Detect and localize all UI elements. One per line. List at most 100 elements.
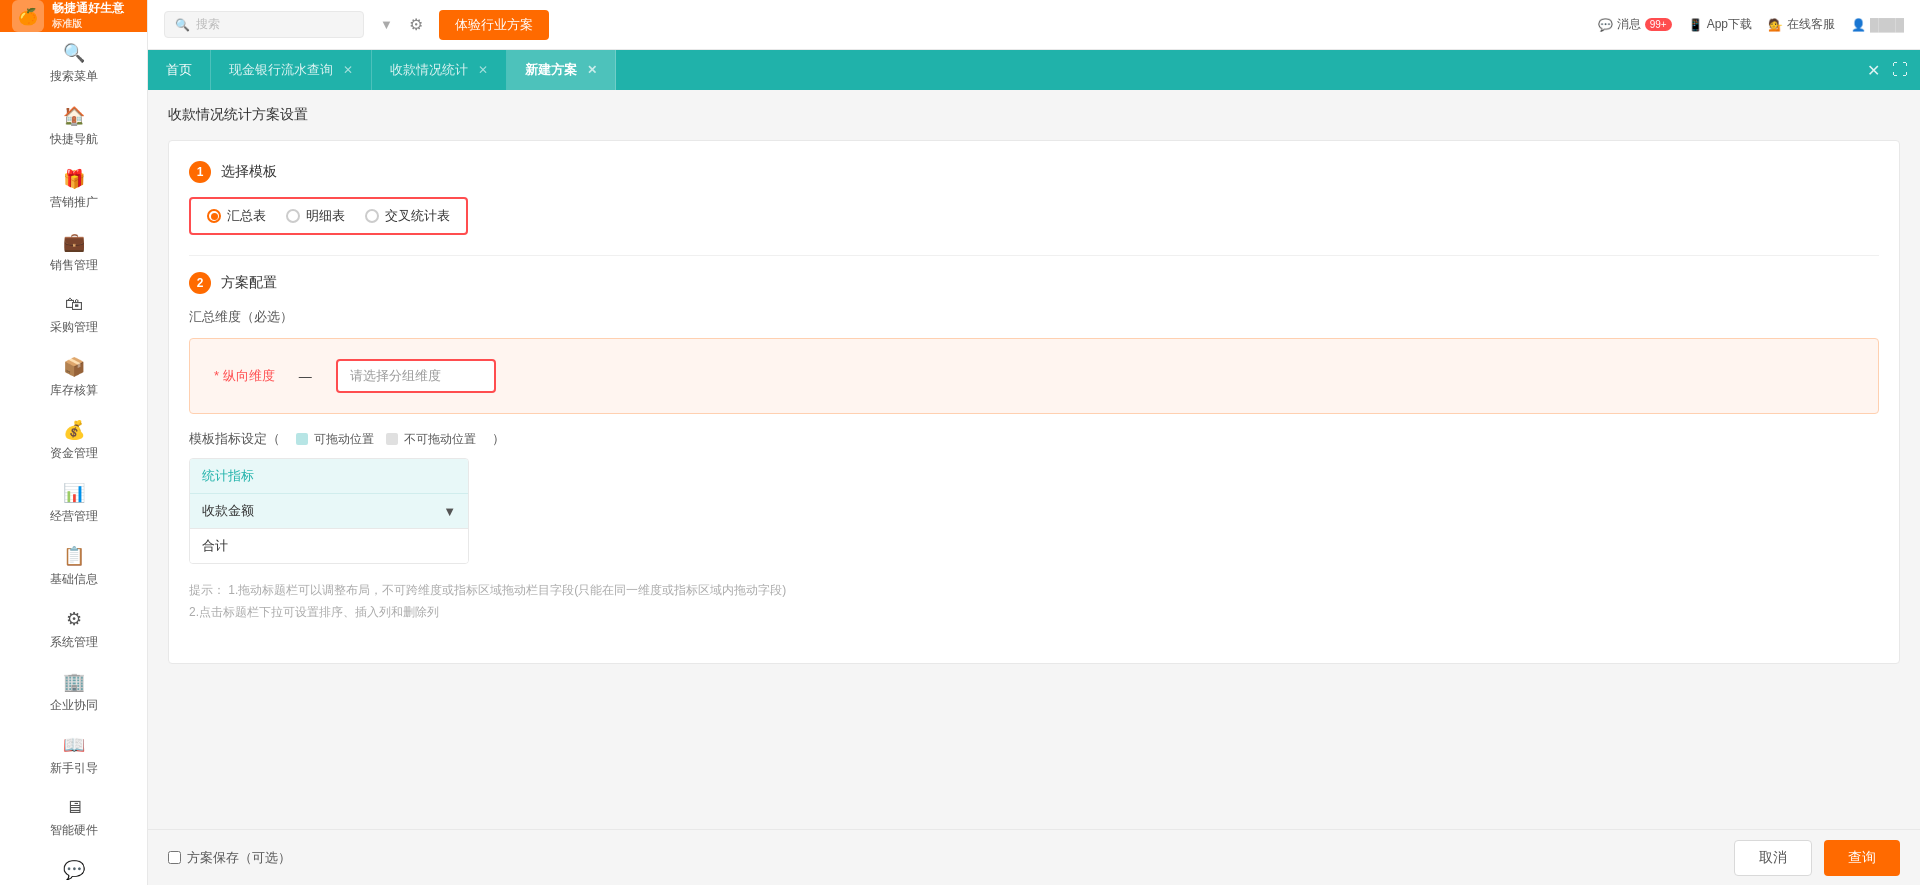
metrics-table: 统计指标 收款金额 ▼ 合计: [189, 458, 469, 564]
tab-collection-stats[interactable]: 收款情况统计 ✕: [372, 50, 507, 90]
topbar-actions: 💬 消息 99+ 📱 App下载 💁 在线客服 👤 ████: [1598, 16, 1904, 33]
sidebar-logo: 🍊 畅捷通好生意 标准版: [0, 0, 147, 32]
metrics-label: 模板指标设定（: [189, 430, 280, 448]
dimension-row: * 纵向维度 — 请选择分组维度: [214, 359, 1854, 393]
tab-bank-flow-close[interactable]: ✕: [343, 63, 353, 77]
tab-bank-flow-label: 现金银行流水查询: [229, 61, 333, 79]
option-summary-label: 汇总表: [227, 207, 266, 225]
plan-config-card: 1 选择模板 汇总表 明细表 交叉统计表: [168, 140, 1900, 664]
radio-detail[interactable]: [286, 209, 300, 223]
dropdown-icon[interactable]: ▼: [380, 17, 393, 32]
sidebar-item-enterprise[interactable]: 🏢 企业协同: [0, 661, 147, 724]
tab-collection-stats-close[interactable]: ✕: [478, 63, 488, 77]
option-cross[interactable]: 交叉统计表: [365, 207, 450, 225]
topbar: 🔍 搜索 ▼ ⚙ 体验行业方案 💬 消息 99+ 📱 App下载 💁 在线客服 …: [148, 0, 1920, 50]
fixed-dot: [386, 433, 398, 445]
sidebar-label-purchase: 采购管理: [50, 319, 98, 336]
username-label: ████: [1870, 18, 1904, 32]
tab-new-plan-close[interactable]: ✕: [587, 63, 597, 77]
sidebar-label-inventory: 库存核算: [50, 382, 98, 399]
headset-icon: 💁: [1768, 18, 1783, 32]
bag-icon: 🛍: [65, 294, 83, 315]
message-badge: 99+: [1645, 18, 1672, 31]
user-action[interactable]: 👤 ████: [1851, 18, 1904, 32]
settings-icon[interactable]: ⚙: [409, 15, 423, 34]
draggable-dot: [296, 433, 308, 445]
download-label: App下载: [1707, 16, 1752, 33]
sidebar-label-marketing: 营销推广: [50, 194, 98, 211]
page-title: 收款情况统计方案设置: [168, 106, 1900, 124]
sidebar-label-search: 搜索菜单: [50, 68, 98, 85]
dimension-select[interactable]: 请选择分组维度: [336, 359, 496, 393]
search-icon: 🔍: [63, 42, 85, 64]
metrics-row-label: 收款金额: [202, 502, 254, 520]
option-summary[interactable]: 汇总表: [207, 207, 266, 225]
close-window-icon[interactable]: ✕: [1867, 61, 1880, 80]
search-icon: 🔍: [175, 18, 190, 32]
tab-bank-flow[interactable]: 现金银行流水查询 ✕: [211, 50, 372, 90]
logo-icon: 🍊: [12, 0, 44, 32]
footer-actions: 取消 查询: [1734, 840, 1900, 876]
tab-collection-stats-label: 收款情况统计: [390, 61, 468, 79]
sidebar-item-system[interactable]: ⚙ 系统管理: [0, 598, 147, 661]
sidebar-label-quick-nav: 快捷导航: [50, 131, 98, 148]
metrics-row-dropdown-icon[interactable]: ▼: [443, 504, 456, 519]
metrics-legend: 可拖动位置 不可拖动位置: [296, 431, 476, 448]
step2-header: 2 方案配置: [189, 272, 1879, 294]
tab-home[interactable]: 首页: [148, 50, 211, 90]
arrow-icon: —: [299, 369, 312, 384]
hint-2: 2.点击标题栏下拉可设置排序、插入列和删除列: [189, 602, 1879, 624]
template-options: 汇总表 明细表 交叉统计表: [189, 197, 468, 235]
sidebar-item-guide[interactable]: 📖 新手引导: [0, 724, 147, 787]
logo-badge: 标准版: [52, 17, 124, 31]
sidebar-item-info[interactable]: 📋 基础信息: [0, 535, 147, 598]
expand-icon[interactable]: ⛶: [1892, 61, 1908, 79]
industry-btn[interactable]: 体验行业方案: [439, 10, 549, 40]
sidebar-item-finance[interactable]: 💰 资金管理: [0, 409, 147, 472]
sidebar-item-marketing[interactable]: 🎁 营销推广: [0, 158, 147, 221]
gift-icon: 🎁: [63, 168, 85, 190]
wechat-icon: 💬: [63, 859, 85, 881]
option-detail[interactable]: 明细表: [286, 207, 345, 225]
sidebar-item-quick-nav[interactable]: 🏠 快捷导航: [0, 95, 147, 158]
service-action[interactable]: 💁 在线客服: [1768, 16, 1835, 33]
hint-1: 提示： 1.拖动标题栏可以调整布局，不可跨维度或指标区域拖动栏目字段(只能在同一…: [189, 580, 1879, 602]
sidebar-label-guide: 新手引导: [50, 760, 98, 777]
radio-cross[interactable]: [365, 209, 379, 223]
metrics-table-row: 收款金额 ▼: [190, 493, 468, 528]
message-action[interactable]: 💬 消息 99+: [1598, 16, 1672, 33]
search-box[interactable]: 🔍 搜索: [164, 11, 364, 38]
sidebar-label-sales: 销售管理: [50, 257, 98, 274]
money-icon: 💰: [63, 419, 85, 441]
sidebar-item-search[interactable]: 🔍 搜索菜单: [0, 32, 147, 95]
sidebar-label-smart: 智能硬件: [50, 822, 98, 839]
box-icon: 📦: [63, 356, 85, 378]
step1-header: 1 选择模板: [189, 161, 1879, 183]
sidebar-label-info: 基础信息: [50, 571, 98, 588]
vertical-dimension-label: * 纵向维度: [214, 367, 275, 385]
sidebar-item-wechat[interactable]: 💬 企业微信: [0, 849, 147, 885]
tabbar-right: ✕ ⛶: [1855, 50, 1920, 90]
step1-section: 1 选择模板 汇总表 明细表 交叉统计表: [189, 161, 1879, 235]
save-checkbox-label[interactable]: 方案保存（可选）: [168, 849, 291, 867]
cancel-button[interactable]: 取消: [1734, 840, 1812, 876]
sidebar-item-smart[interactable]: 🖥 智能硬件: [0, 787, 147, 849]
monitor-icon: 🖥: [65, 797, 83, 818]
radio-summary[interactable]: [207, 209, 221, 223]
option-cross-label: 交叉统计表: [385, 207, 450, 225]
save-checkbox[interactable]: [168, 851, 181, 864]
query-button[interactable]: 查询: [1824, 840, 1900, 876]
option-detail-label: 明细表: [306, 207, 345, 225]
briefcase-icon: 💼: [63, 231, 85, 253]
footer: 方案保存（可选） 取消 查询: [148, 829, 1920, 885]
phone-icon: 📱: [1688, 18, 1703, 32]
service-label: 在线客服: [1787, 16, 1835, 33]
sidebar-item-operation[interactable]: 📊 经营管理: [0, 472, 147, 535]
sidebar-item-sales[interactable]: 💼 销售管理: [0, 221, 147, 284]
user-icon: 👤: [1851, 18, 1866, 32]
tab-new-plan[interactable]: 新建方案 ✕: [507, 50, 616, 90]
metrics-close-paren: ）: [492, 430, 505, 448]
sidebar-item-inventory[interactable]: 📦 库存核算: [0, 346, 147, 409]
download-action[interactable]: 📱 App下载: [1688, 16, 1752, 33]
sidebar-item-purchase[interactable]: 🛍 采购管理: [0, 284, 147, 346]
